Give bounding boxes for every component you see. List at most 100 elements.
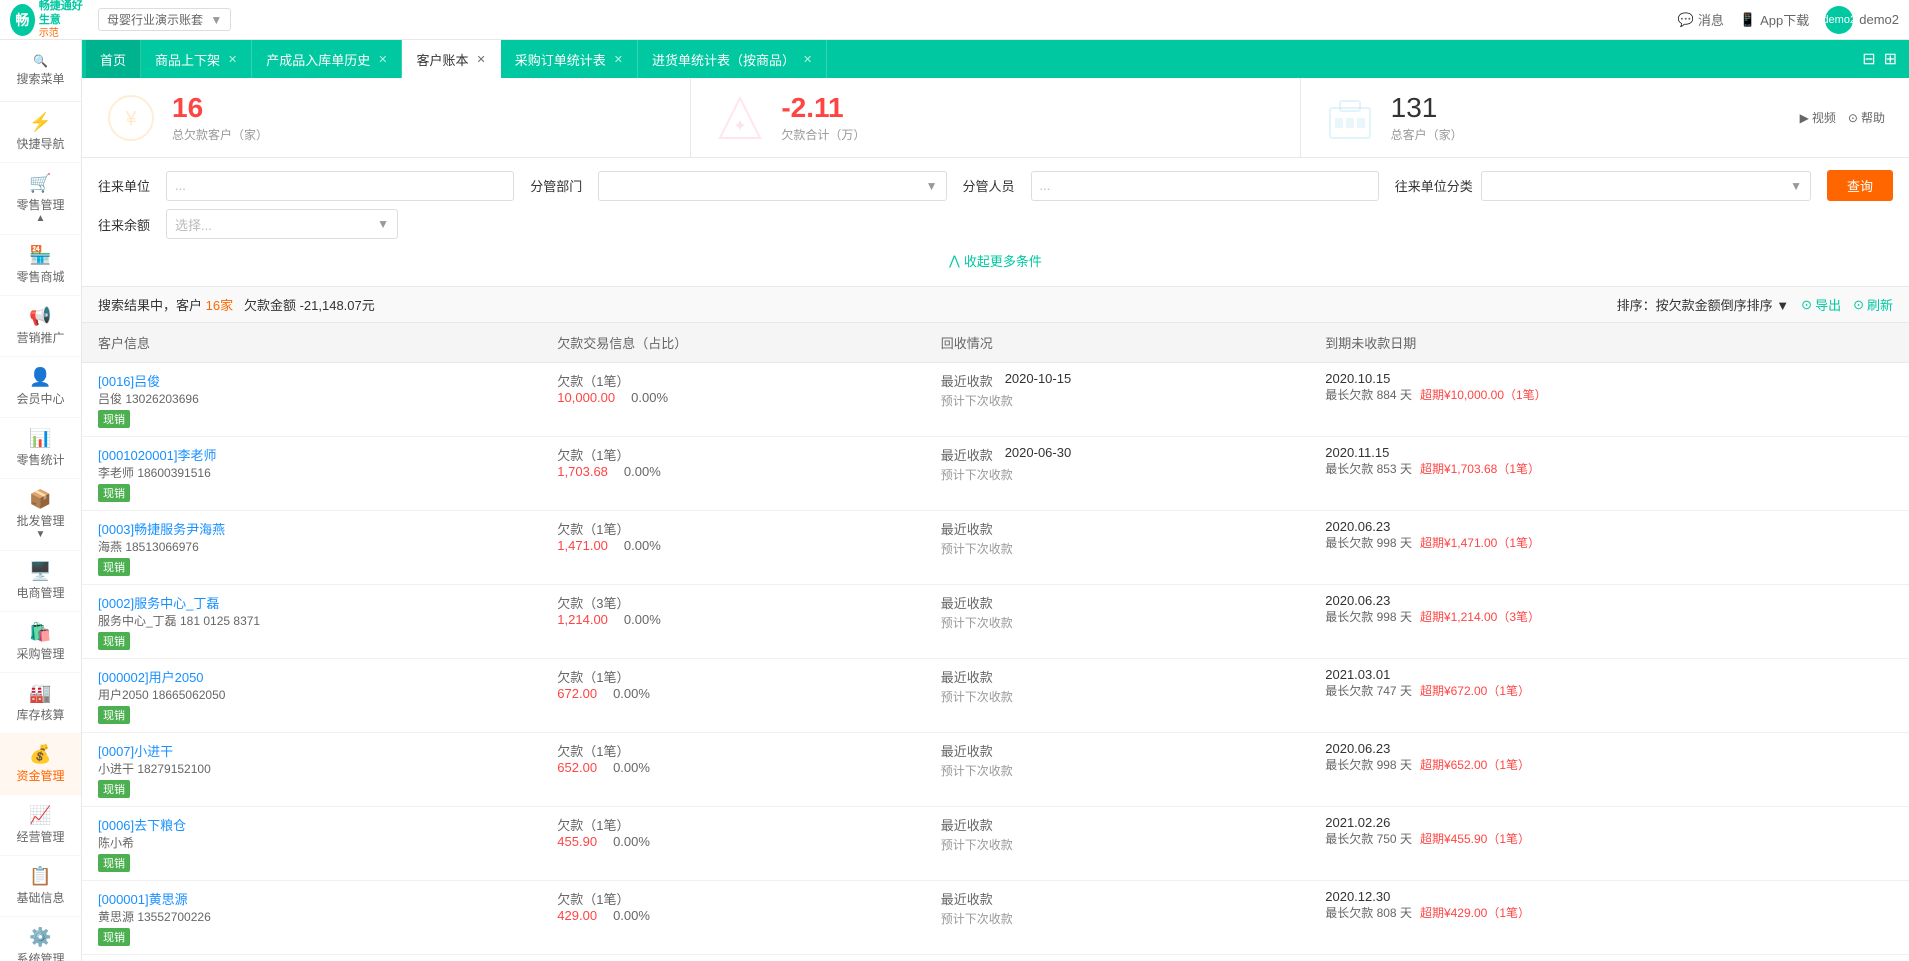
close-tab-produce-history[interactable]: ✕ bbox=[378, 53, 387, 66]
overdue-date: 2020.11.15 bbox=[1325, 445, 1893, 460]
batch-mgmt-icon: 📦 bbox=[29, 489, 51, 510]
overdue-date: 2021.02.26 bbox=[1325, 815, 1893, 830]
debt-total-label: 欠款合计（万） bbox=[781, 126, 865, 143]
cell-overdue: 2020.06.23 最长欠款 998 天 超期¥1,214.00（3笔） bbox=[1309, 585, 1909, 659]
tab-home[interactable]: 首页 bbox=[86, 40, 141, 78]
customer-tag: 现销 bbox=[98, 410, 130, 428]
sidebar-item-retail-store[interactable]: 🏪 零售商城 bbox=[0, 235, 81, 296]
customer-name-link[interactable]: [0001020001]李老师 bbox=[98, 448, 217, 463]
customer-name-link[interactable]: [0003]畅捷服务尹海燕 bbox=[98, 522, 225, 537]
sidebar-item-marketing[interactable]: 📢 营销推广 bbox=[0, 296, 81, 357]
collapse-btn[interactable]: ⋀ 收起更多条件 bbox=[98, 247, 1893, 274]
sidebar-search: 🔍 搜索菜单 bbox=[0, 40, 81, 102]
sidebar-item-finance[interactable]: 💰 资金管理 bbox=[0, 734, 81, 795]
sidebar-item-operations[interactable]: 📈 经营管理 bbox=[0, 795, 81, 856]
overdue-days: 最长欠款 884 天 bbox=[1325, 386, 1412, 403]
close-tab-purchase-stats[interactable]: ✕ bbox=[803, 53, 812, 66]
dept-select[interactable]: ▼ bbox=[598, 171, 946, 201]
collection-next: 预计下次收款 bbox=[941, 614, 1294, 631]
customer-name-link[interactable]: [0002]服务中心_丁磊 bbox=[98, 596, 219, 611]
collection-label: 最近收款 bbox=[941, 593, 993, 612]
app-selector[interactable]: 母婴行业演示账套 ▼ bbox=[98, 8, 231, 31]
close-tab-purchase-order[interactable]: ✕ bbox=[614, 53, 623, 66]
collection-label: 最近收款 bbox=[941, 445, 993, 464]
tab-purchase-order[interactable]: 采购订单统计表 ✕ bbox=[501, 40, 638, 78]
inventory-icon: 🏭 bbox=[4, 683, 77, 704]
table-container: 客户信息 欠款交易信息（占比） 回收情况 到期未收款日期 [0016]吕俊 吕俊… bbox=[82, 323, 1909, 961]
cell-debt-info: 欠款（1笔） 672.00 0.00% bbox=[541, 659, 924, 733]
tab-produce-history[interactable]: 产成品入库单历史 ✕ bbox=[252, 40, 402, 78]
logo-area: 畅 畅捷通好生意 示范 bbox=[10, 0, 90, 40]
user-menu[interactable]: demo2 demo2 bbox=[1825, 6, 1899, 34]
result-actions: 排序：按欠款金额倒序排序 ▼ ⊙ 导出 ⊙ 刷新 bbox=[1617, 295, 1893, 314]
sidebar-item-system[interactable]: ⚙️ 系统管理 bbox=[0, 917, 81, 961]
collection-info: 最近收款 预计下次收款 bbox=[941, 593, 1294, 631]
sidebar-item-member-center[interactable]: 👤 会员中心 bbox=[0, 357, 81, 418]
overdue-date: 2020.10.15 bbox=[1325, 371, 1893, 386]
nav-tabs: 首页 商品上下架 ✕ 产成品入库单历史 ✕ 客户账本 ✕ 采购订单统计表 ✕ bbox=[82, 40, 1909, 78]
tab-product-offshelf[interactable]: 商品上下架 ✕ bbox=[141, 40, 252, 78]
close-tab-customer-account[interactable]: ✕ bbox=[477, 53, 486, 66]
collection-label: 最近收款 bbox=[941, 519, 993, 538]
customer-name-link[interactable]: [0016]吕俊 bbox=[98, 374, 160, 389]
export-btn[interactable]: ⊙ 导出 bbox=[1801, 295, 1841, 314]
customer-name-link[interactable]: [000001]黄思源 bbox=[98, 892, 188, 907]
th-collection: 回收情况 bbox=[925, 323, 1310, 363]
member-icon: 👤 bbox=[4, 367, 77, 388]
collection-label: 最近收款 bbox=[941, 889, 993, 908]
message-btn[interactable]: 💬 消息 bbox=[1678, 10, 1724, 29]
cell-debt-info: 欠款（1笔） 1,703.68 0.00% bbox=[541, 437, 924, 511]
from-unit-input[interactable]: ... bbox=[166, 171, 514, 201]
filter-from-unit: 往来单位 ... bbox=[98, 171, 514, 201]
customer-name-link[interactable]: [0006]去下粮仓 bbox=[98, 818, 186, 833]
sidebar-item-retail-mgmt[interactable]: 🛒 零售管理 ▲ bbox=[0, 163, 81, 235]
sidebar-item-batch-mgmt[interactable]: 📦 批发管理 ▼ bbox=[0, 479, 81, 551]
refresh-btn[interactable]: ⊙ 刷新 bbox=[1853, 295, 1893, 314]
balance-select[interactable]: 选择... ▼ bbox=[166, 209, 398, 239]
minimize-icon[interactable]: ⊟ bbox=[1862, 49, 1875, 69]
sidebar-item-inventory[interactable]: 🏭 库存核算 bbox=[0, 673, 81, 734]
customer-phone: 海燕 18513066976 bbox=[98, 538, 525, 555]
overdue-amount-link[interactable]: 超期¥1,471.00（1笔） bbox=[1420, 534, 1540, 551]
tab-purchase-stats[interactable]: 进货单统计表（按商品） ✕ bbox=[638, 40, 827, 78]
overdue-days: 最长欠款 998 天 bbox=[1325, 608, 1412, 625]
sidebar-item-retail-stats[interactable]: 📊 零售统计 bbox=[0, 418, 81, 479]
top-bar-left: 畅 畅捷通好生意 示范 母婴行业演示账套 ▼ bbox=[10, 0, 231, 40]
summary-card-actions: ▶ 视频 ⊙ 帮助 bbox=[1800, 109, 1885, 126]
customer-name-link[interactable]: [000002]用户2050 bbox=[98, 670, 204, 685]
overdue-days: 最长欠款 998 天 bbox=[1325, 534, 1412, 551]
overdue-amount-link[interactable]: 超期¥455.90（1笔） bbox=[1420, 830, 1530, 847]
overdue-amount-link[interactable]: 超期¥1,703.68（1笔） bbox=[1420, 460, 1540, 477]
sidebar-item-purchase-mgmt[interactable]: 🛍️ 采购管理 bbox=[0, 612, 81, 673]
overdue-amount-link[interactable]: 超期¥652.00（1笔） bbox=[1420, 756, 1530, 773]
retail-stats-icon: 📊 bbox=[4, 428, 77, 449]
maximize-icon[interactable]: ⊞ bbox=[1884, 49, 1897, 69]
unit-category-select[interactable]: ▼ bbox=[1481, 171, 1811, 201]
close-tab-product-offshelf[interactable]: ✕ bbox=[228, 53, 237, 66]
svg-text:¥: ¥ bbox=[124, 108, 137, 130]
sidebar-item-quick-nav[interactable]: ⚡ 快捷导航 bbox=[0, 102, 81, 163]
overdue-amount-link[interactable]: 超期¥1,214.00（3笔） bbox=[1420, 608, 1540, 625]
tab-customer-account[interactable]: 客户账本 ✕ bbox=[402, 40, 500, 78]
logo-icon: 畅 bbox=[10, 4, 35, 36]
filter-row-1: 往来单位 ... 分管部门 ▼ 分管人员 bbox=[98, 170, 1893, 201]
sidebar-item-basic-info[interactable]: 📋 基础信息 bbox=[0, 856, 81, 917]
overdue-amount-link[interactable]: 超期¥672.00（1笔） bbox=[1420, 682, 1530, 699]
sidebar-item-ecommerce[interactable]: 🖥️ 电商管理 bbox=[0, 551, 81, 612]
overdue-days: 最长欠款 750 天 bbox=[1325, 830, 1412, 847]
search-menu-btn[interactable]: 🔍 搜索菜单 bbox=[8, 48, 73, 93]
view-video-btn[interactable]: ▶ 视频 bbox=[1800, 109, 1836, 126]
table-row: [0002]服务中心_丁磊 服务中心_丁磊 181 0125 8371 现销 欠… bbox=[82, 585, 1909, 659]
search-button[interactable]: 查询 bbox=[1827, 170, 1893, 201]
cell-collection: 最近收款 预计下次收款 bbox=[925, 659, 1310, 733]
cell-collection: 最近收款 预计下次收款 bbox=[925, 511, 1310, 585]
help-btn[interactable]: ⊙ 帮助 bbox=[1848, 109, 1885, 126]
customer-name-link[interactable]: [0007]小进干 bbox=[98, 744, 173, 759]
overdue-amount-link[interactable]: 超期¥10,000.00（1笔） bbox=[1420, 386, 1547, 403]
cell-collection: 最近收款 预计下次收款 bbox=[925, 807, 1310, 881]
app-download-btn[interactable]: 📱 App下载 bbox=[1740, 10, 1809, 29]
manager-input[interactable]: ... bbox=[1031, 171, 1379, 201]
collection-info: 最近收款 预计下次收款 bbox=[941, 519, 1294, 557]
overdue-amount-link[interactable]: 超期¥429.00（1笔） bbox=[1420, 904, 1530, 921]
result-info: 搜索结果中，客户 16家 欠款金额 -21,148.07元 排序：按欠款金额倒序… bbox=[82, 287, 1909, 323]
